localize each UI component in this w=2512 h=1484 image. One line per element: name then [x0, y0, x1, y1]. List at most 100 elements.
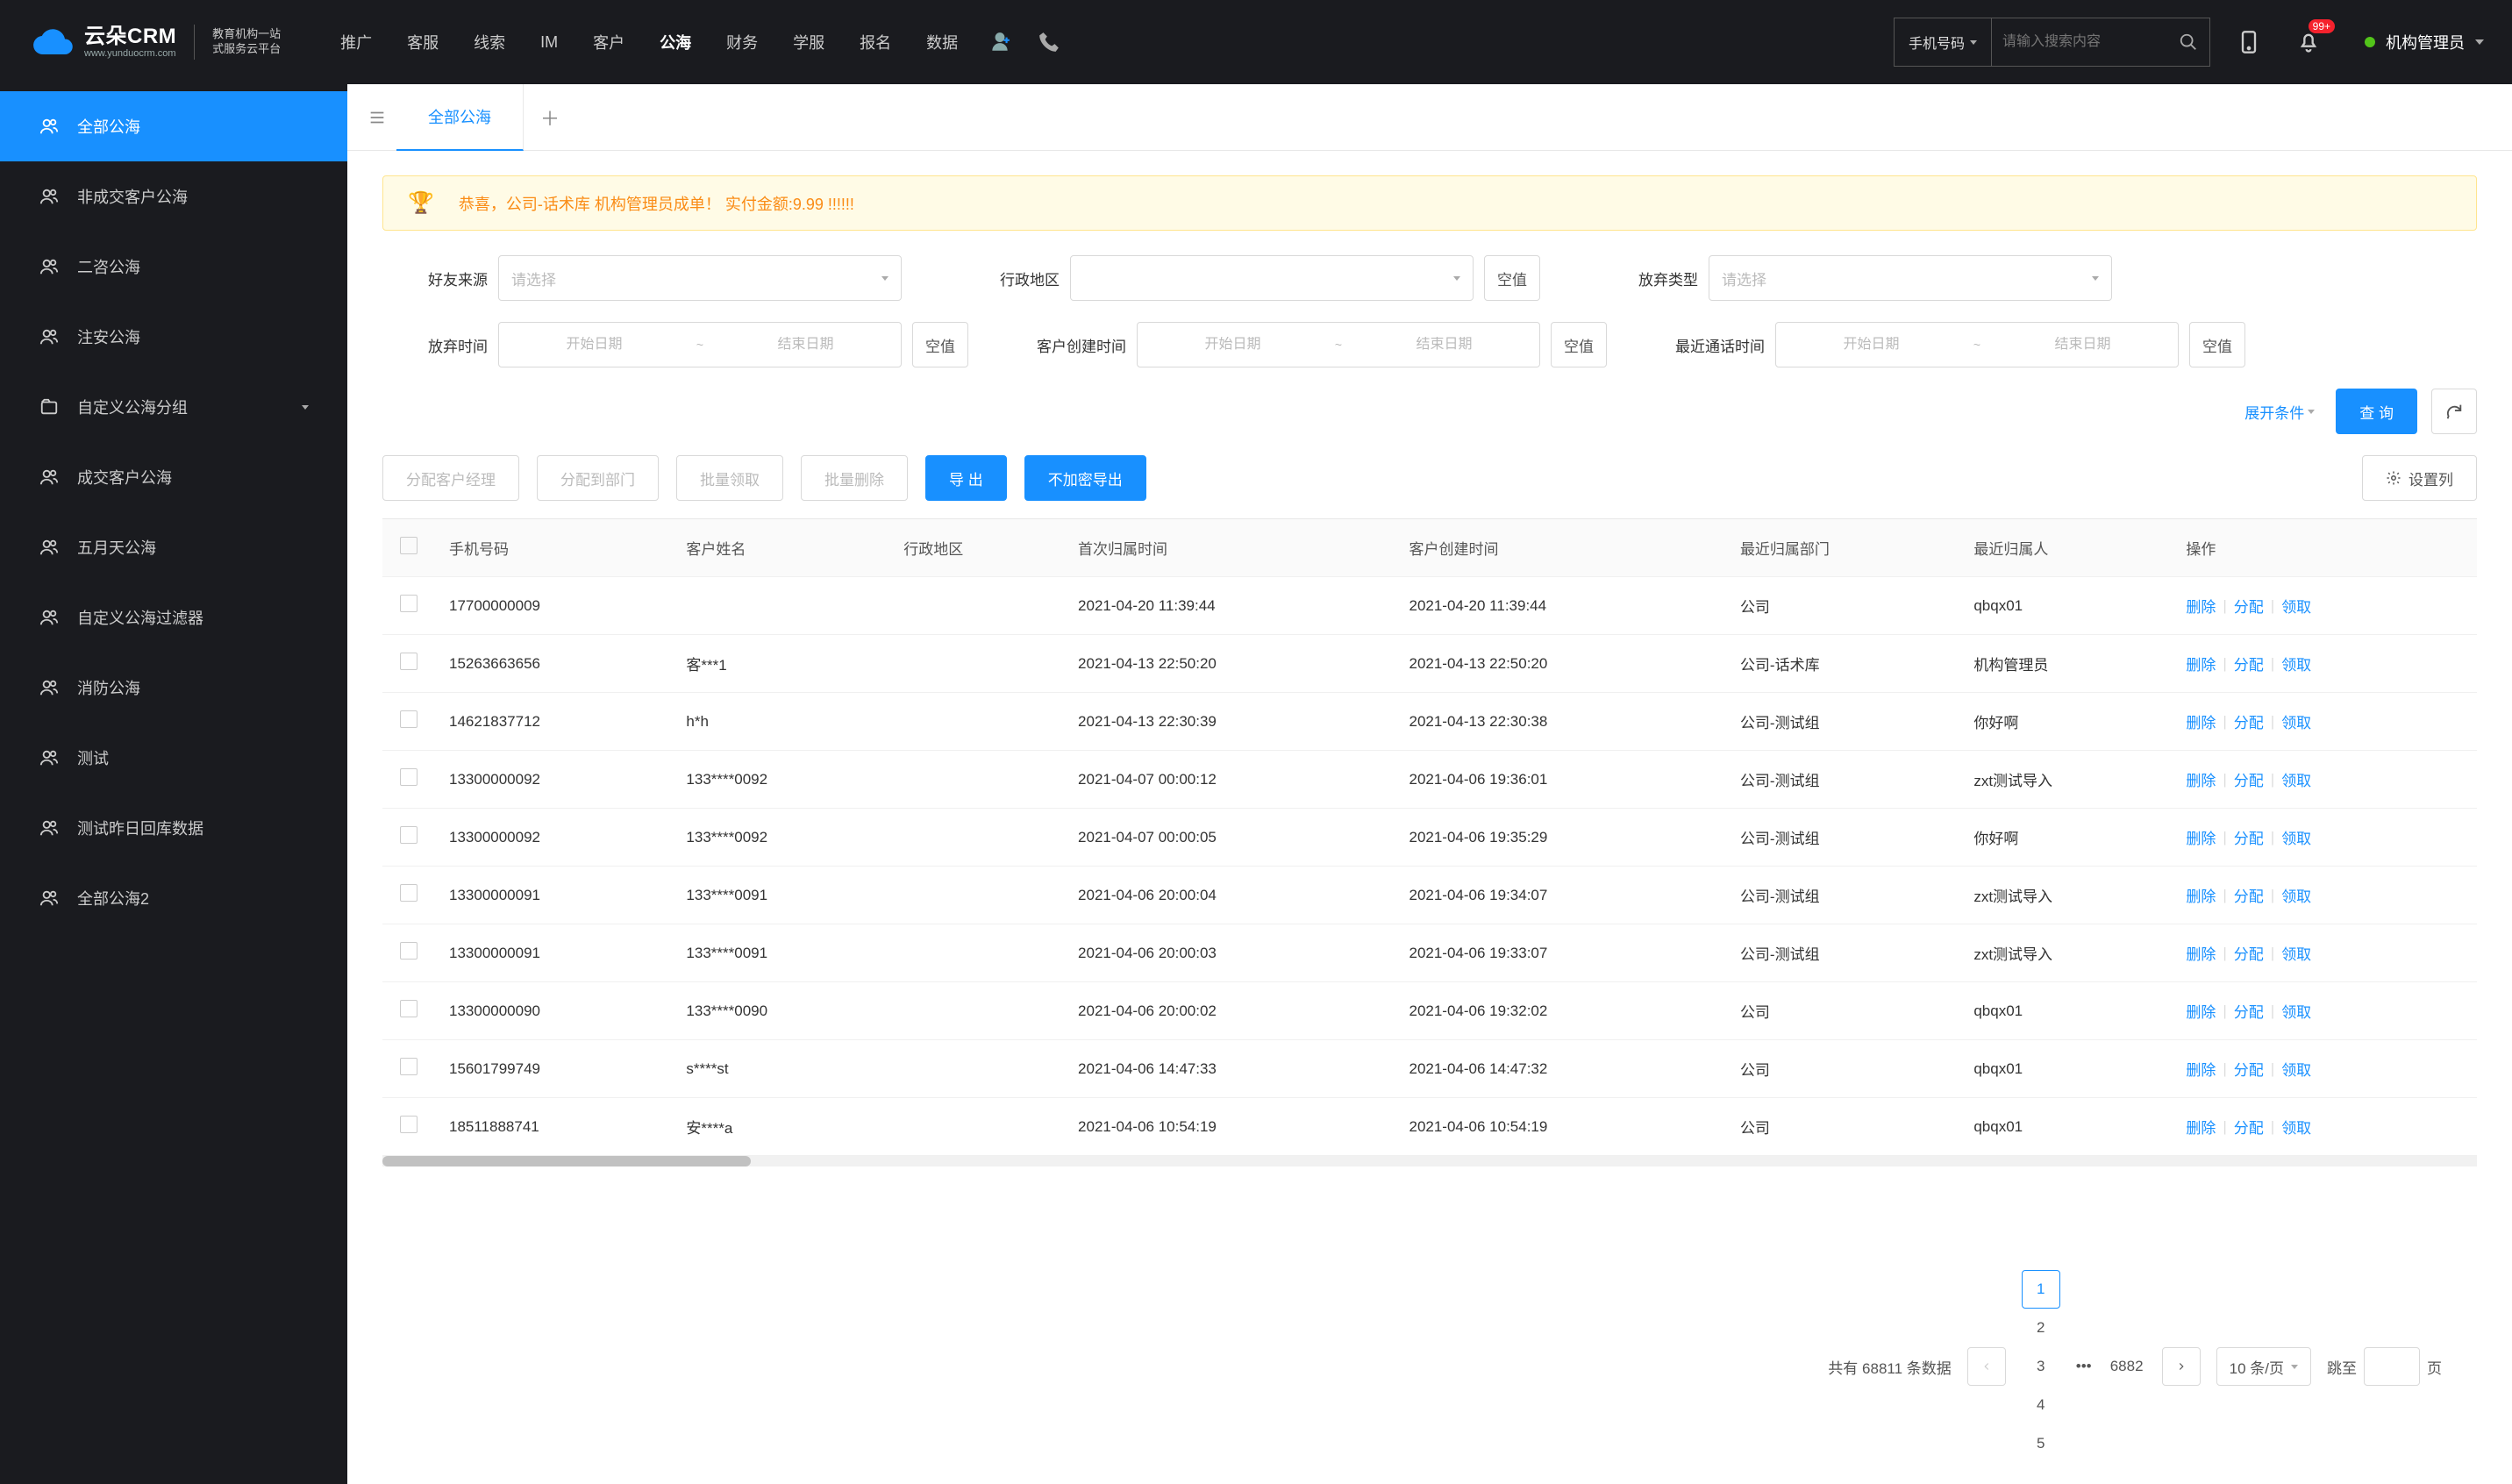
empty-value-button[interactable]: 空值 [1484, 255, 1540, 301]
export-button[interactable]: 导 出 [925, 455, 1007, 501]
sidebar-item[interactable]: 测试 [0, 723, 347, 793]
row-delete-link[interactable]: 删除 [2186, 884, 2216, 906]
filter-daterange[interactable]: ~ [1137, 322, 1540, 367]
row-claim-link[interactable]: 领取 [2281, 1000, 2311, 1022]
pager-page[interactable]: 1 [2022, 1270, 2060, 1309]
row-assign-link[interactable]: 分配 [2234, 826, 2264, 848]
empty-value-button[interactable]: 空值 [2189, 322, 2245, 367]
add-tab-button[interactable]: ＋ [524, 103, 576, 132]
row-delete-link[interactable]: 删除 [2186, 653, 2216, 674]
nav-item[interactable]: 数据 [909, 0, 975, 84]
row-claim-link[interactable]: 领取 [2281, 595, 2311, 617]
row-claim-link[interactable]: 领取 [2281, 653, 2311, 674]
row-assign-link[interactable]: 分配 [2234, 653, 2264, 674]
date-start-input[interactable] [1138, 337, 1328, 353]
select-all-checkbox[interactable] [400, 537, 417, 554]
empty-value-button[interactable]: 空值 [1551, 322, 1607, 367]
sidebar-item[interactable]: 消防公海 [0, 653, 347, 723]
row-assign-link[interactable]: 分配 [2234, 1116, 2264, 1138]
date-end-input[interactable] [1349, 337, 1539, 353]
sidebar-item[interactable]: 成交客户公海 [0, 442, 347, 512]
row-delete-link[interactable]: 删除 [2186, 1116, 2216, 1138]
sidebar-item[interactable]: 注安公海 [0, 302, 347, 372]
row-checkbox[interactable] [400, 1058, 417, 1075]
pager-next[interactable] [2162, 1347, 2201, 1386]
row-claim-link[interactable]: 领取 [2281, 1116, 2311, 1138]
pager-last-page[interactable]: 6882 [2108, 1347, 2146, 1386]
nav-item[interactable]: 推广 [323, 0, 389, 84]
pager-page[interactable]: 3 [2022, 1347, 2060, 1386]
collapse-sidebar-icon[interactable] [358, 98, 396, 137]
row-claim-link[interactable]: 领取 [2281, 826, 2311, 848]
row-assign-link[interactable]: 分配 [2234, 768, 2264, 790]
notification-icon[interactable]: 99+ [2287, 21, 2330, 63]
nav-item[interactable]: 学服 [775, 0, 842, 84]
row-checkbox[interactable] [400, 595, 417, 612]
pager-prev[interactable] [1967, 1347, 2006, 1386]
search-icon[interactable] [2167, 18, 2209, 66]
batch-delete-button[interactable]: 批量删除 [801, 455, 908, 501]
assign-manager-button[interactable]: 分配客户经理 [382, 455, 519, 501]
refresh-button[interactable] [2431, 389, 2477, 434]
nav-item[interactable]: 客户 [575, 0, 642, 84]
filter-select[interactable]: 请选择 [498, 255, 902, 301]
row-checkbox[interactable] [400, 1000, 417, 1017]
row-assign-link[interactable]: 分配 [2234, 710, 2264, 732]
date-start-input[interactable] [499, 337, 689, 353]
sidebar-item[interactable]: 自定义公海分组 [0, 372, 347, 442]
query-button[interactable]: 查 询 [2336, 389, 2417, 434]
row-checkbox[interactable] [400, 710, 417, 728]
nav-item[interactable]: IM [523, 0, 575, 84]
search-input[interactable] [1992, 18, 2167, 66]
date-end-input[interactable] [1987, 337, 2178, 353]
scrollbar-thumb[interactable] [382, 1156, 751, 1167]
row-delete-link[interactable]: 删除 [2186, 826, 2216, 848]
device-icon[interactable] [2228, 21, 2270, 63]
filter-select[interactable]: 请选择 [1709, 255, 2112, 301]
sidebar-item[interactable]: 全部公海2 [0, 863, 347, 933]
row-checkbox[interactable] [400, 1116, 417, 1133]
row-assign-link[interactable]: 分配 [2234, 942, 2264, 964]
nav-item[interactable]: 公海 [642, 0, 709, 84]
row-assign-link[interactable]: 分配 [2234, 884, 2264, 906]
date-start-input[interactable] [1776, 337, 1966, 353]
row-claim-link[interactable]: 领取 [2281, 942, 2311, 964]
row-checkbox[interactable] [400, 768, 417, 786]
sidebar-item[interactable]: 非成交客户公海 [0, 161, 347, 232]
pager-page[interactable]: 5 [2022, 1424, 2060, 1463]
user-menu[interactable]: 机构管理员 [2365, 31, 2484, 54]
row-assign-link[interactable]: 分配 [2234, 1000, 2264, 1022]
row-delete-link[interactable]: 删除 [2186, 942, 2216, 964]
row-assign-link[interactable]: 分配 [2234, 595, 2264, 617]
filter-select[interactable] [1070, 255, 1474, 301]
row-checkbox[interactable] [400, 653, 417, 670]
row-delete-link[interactable]: 删除 [2186, 768, 2216, 790]
add-user-icon[interactable] [975, 0, 1024, 84]
tab[interactable]: 全部公海 [396, 84, 524, 151]
sidebar-item[interactable]: 全部公海 [0, 91, 347, 161]
row-checkbox[interactable] [400, 942, 417, 960]
pager-ellipsis[interactable]: ••• [2076, 1358, 2092, 1375]
sidebar-item[interactable]: 测试昨日回库数据 [0, 793, 347, 863]
phone-icon[interactable] [1024, 0, 1074, 84]
row-delete-link[interactable]: 删除 [2186, 1000, 2216, 1022]
assign-dept-button[interactable]: 分配到部门 [537, 455, 659, 501]
row-claim-link[interactable]: 领取 [2281, 884, 2311, 906]
pager-size-select[interactable]: 10 条/页 [2216, 1347, 2311, 1386]
row-assign-link[interactable]: 分配 [2234, 1058, 2264, 1080]
filter-daterange[interactable]: ~ [498, 322, 902, 367]
set-columns-button[interactable]: 设置列 [2362, 455, 2477, 501]
date-end-input[interactable] [710, 337, 901, 353]
row-checkbox[interactable] [400, 826, 417, 844]
nav-item[interactable]: 客服 [389, 0, 456, 84]
row-delete-link[interactable]: 删除 [2186, 595, 2216, 617]
row-checkbox[interactable] [400, 884, 417, 902]
empty-value-button[interactable]: 空值 [912, 322, 968, 367]
row-delete-link[interactable]: 删除 [2186, 710, 2216, 732]
pager-page[interactable]: 2 [2022, 1309, 2060, 1347]
pager-jump-input[interactable] [2364, 1347, 2420, 1386]
sidebar-item[interactable]: 二咨公海 [0, 232, 347, 302]
search-type-select[interactable]: 手机号码 [1895, 18, 1992, 66]
row-claim-link[interactable]: 领取 [2281, 710, 2311, 732]
nav-item[interactable]: 财务 [709, 0, 775, 84]
